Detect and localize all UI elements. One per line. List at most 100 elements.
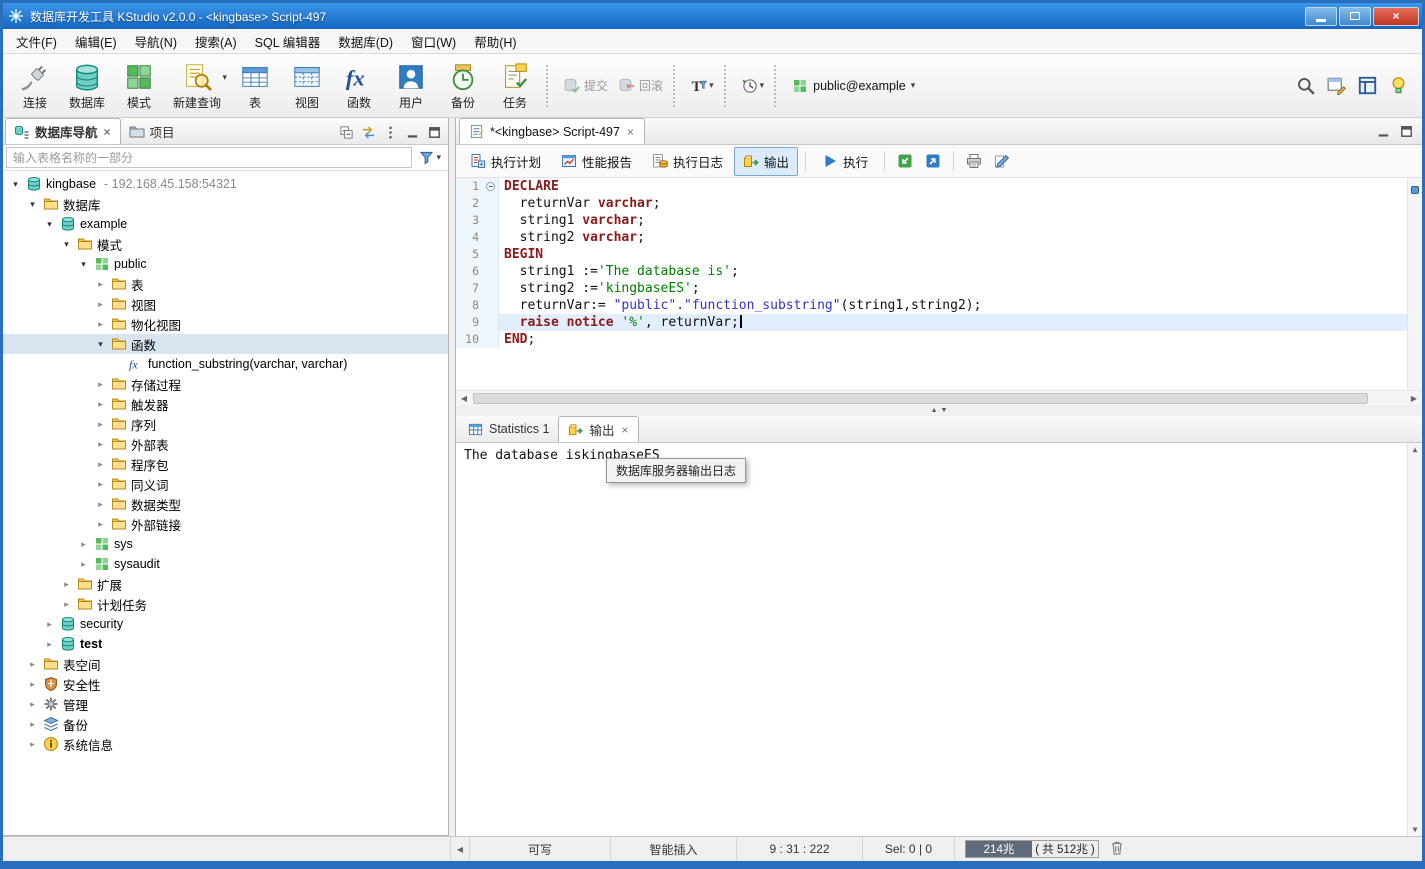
tree-item-10[interactable]: ▸ 存储过程 bbox=[3, 374, 448, 394]
link-editor-icon[interactable] bbox=[361, 125, 376, 140]
expand-arrow-icon[interactable]: ▸ bbox=[60, 579, 73, 590]
output-scroll-left-icon[interactable]: ◀ bbox=[451, 845, 469, 854]
expand-arrow-icon[interactable]: ▸ bbox=[94, 499, 107, 510]
tree-item-19[interactable]: ▸ sysaudit bbox=[3, 554, 448, 574]
minimize-editor-icon[interactable] bbox=[1376, 124, 1391, 139]
scroll-up-icon[interactable]: ▲ bbox=[1413, 445, 1418, 454]
edit-button[interactable] bbox=[989, 148, 1015, 174]
perspective-icon[interactable] bbox=[1358, 76, 1377, 95]
maximize-editor-icon[interactable] bbox=[1399, 124, 1414, 139]
menu-item-0[interactable]: 文件(F) bbox=[7, 28, 66, 55]
expand-arrow-icon[interactable]: ▸ bbox=[94, 319, 107, 330]
filter-button[interactable]: ▾ bbox=[415, 148, 445, 167]
performance-report-button[interactable]: 性能报告 bbox=[552, 147, 641, 176]
tree-item-11[interactable]: ▸ 触发器 bbox=[3, 394, 448, 414]
tree-item-26[interactable]: ▸ 管理 bbox=[3, 694, 448, 714]
run-button[interactable]: 执行 bbox=[813, 147, 877, 176]
search-icon[interactable] bbox=[1296, 76, 1315, 95]
code-editor[interactable]: 1 DECLARE 2 returnVar varchar; 3 string1 va… bbox=[456, 178, 1422, 390]
tree-item-16[interactable]: ▸ 数据类型 bbox=[3, 494, 448, 514]
chevron-down-icon[interactable]: ▾ bbox=[223, 72, 228, 83]
code-line-10[interactable]: 10 END; bbox=[456, 331, 1422, 348]
connection-indicator-icon[interactable] bbox=[1389, 76, 1408, 95]
horizontal-sash[interactable]: ▲ ▼ bbox=[456, 405, 1422, 416]
tab-statistics[interactable]: Statistics 1 bbox=[459, 416, 558, 442]
expand-arrow-icon[interactable]: ▸ bbox=[26, 699, 39, 710]
commit-button[interactable]: 提交 bbox=[558, 74, 613, 97]
code-line-8[interactable]: 8 returnVar:= "public"."function_substri… bbox=[456, 297, 1422, 314]
expand-arrow-icon[interactable]: ▸ bbox=[77, 539, 90, 550]
tree-item-21[interactable]: ▸ 计划任务 bbox=[3, 594, 448, 614]
toolbar-button-7[interactable]: 用户 bbox=[385, 59, 437, 113]
tree-item-24[interactable]: ▸ 表空间 bbox=[3, 654, 448, 674]
close-icon[interactable]: × bbox=[620, 423, 629, 437]
maximize-panel-icon[interactable] bbox=[427, 125, 442, 140]
code-line-7[interactable]: 7 string2 :='kingbaseES'; bbox=[456, 280, 1422, 297]
toolbar-button-5[interactable]: 视图 bbox=[281, 59, 333, 113]
sash-down-icon[interactable]: ▼ bbox=[941, 407, 948, 414]
connection-selector[interactable]: public@example ▾ bbox=[786, 75, 921, 97]
toolbar-button-6[interactable]: fx 函数 bbox=[333, 59, 385, 113]
maximize-window-button[interactable] bbox=[1339, 6, 1371, 26]
expand-arrow-icon[interactable]: ▸ bbox=[43, 639, 56, 650]
garbage-collect-button[interactable] bbox=[1109, 840, 1133, 858]
menu-item-1[interactable]: 编辑(E) bbox=[66, 28, 126, 55]
tab-project[interactable]: 项目 bbox=[121, 118, 183, 144]
collapse-arrow-icon[interactable]: ▾ bbox=[9, 179, 22, 190]
output-vertical-scrollbar[interactable]: ▲ ▼ bbox=[1407, 443, 1422, 836]
menu-item-3[interactable]: 搜索(A) bbox=[186, 28, 246, 55]
editor-horizontal-scrollbar[interactable]: ◀ ▶ bbox=[456, 390, 1422, 405]
tree-item-15[interactable]: ▸ 同义词 bbox=[3, 474, 448, 494]
tree-item-8[interactable]: ▾ 函数 bbox=[3, 334, 448, 354]
code-line-2[interactable]: 2 returnVar varchar; bbox=[456, 195, 1422, 212]
output-button[interactable]: 输出 bbox=[734, 146, 799, 176]
expand-arrow-icon[interactable]: ▸ bbox=[94, 479, 107, 490]
tree-item-25[interactable]: ▸ 安全性 bbox=[3, 674, 448, 694]
code-line-3[interactable]: 3 string1 varchar; bbox=[456, 212, 1422, 229]
scroll-track[interactable] bbox=[473, 392, 1405, 404]
tree-item-27[interactable]: ▸ 备份 bbox=[3, 714, 448, 734]
tree-item-4[interactable]: ▾ public bbox=[3, 254, 448, 274]
minimize-window-button[interactable] bbox=[1305, 6, 1337, 26]
editor-vertical-scrollbar[interactable] bbox=[1407, 178, 1422, 390]
scroll-right-icon[interactable]: ▶ bbox=[1406, 394, 1422, 403]
collapse-arrow-icon[interactable]: ▾ bbox=[60, 239, 73, 250]
tree-item-23[interactable]: ▸ test bbox=[3, 634, 448, 654]
toolbar-button-2[interactable]: 模式 bbox=[113, 59, 165, 113]
expand-arrow-icon[interactable]: ▸ bbox=[94, 459, 107, 470]
table-filter-input[interactable] bbox=[6, 147, 413, 168]
sash-up-icon[interactable]: ▲ bbox=[931, 407, 938, 414]
tree-item-0[interactable]: ▾ kingbase - 192.168.45.158:54321 bbox=[3, 174, 448, 194]
menu-item-5[interactable]: 数据库(D) bbox=[329, 28, 402, 55]
expand-arrow-icon[interactable]: ▸ bbox=[26, 739, 39, 750]
open-view-icon[interactable] bbox=[1327, 76, 1346, 95]
tree-item-18[interactable]: ▸ sys bbox=[3, 534, 448, 554]
rollback-button[interactable]: 回滚 bbox=[613, 74, 668, 97]
close-icon[interactable]: × bbox=[626, 125, 635, 139]
collapse-arrow-icon[interactable]: ▾ bbox=[77, 259, 90, 270]
tab-script-497[interactable]: *<kingbase> Script-497 × bbox=[459, 118, 645, 144]
tree-item-20[interactable]: ▸ 扩展 bbox=[3, 574, 448, 594]
toolbar-button-0[interactable]: 连接 bbox=[9, 59, 61, 113]
tree-item-5[interactable]: ▸ 表 bbox=[3, 274, 448, 294]
tree-item-12[interactable]: ▸ 序列 bbox=[3, 414, 448, 434]
tree-item-28[interactable]: ▸ 系统信息 bbox=[3, 734, 448, 754]
toolbar-button-9[interactable]: 任务 bbox=[489, 59, 541, 113]
expand-arrow-icon[interactable]: ▸ bbox=[60, 599, 73, 610]
tree-item-3[interactable]: ▾ 模式 bbox=[3, 234, 448, 254]
code-line-9[interactable]: 9 raise notice '%', returnVar; bbox=[456, 314, 1422, 331]
expand-arrow-icon[interactable]: ▸ bbox=[77, 559, 90, 570]
text-filter-button[interactable]: T ▾ bbox=[685, 73, 719, 98]
code-line-4[interactable]: 4 string2 varchar; bbox=[456, 229, 1422, 246]
collapse-arrow-icon[interactable]: ▾ bbox=[43, 219, 56, 230]
expand-arrow-icon[interactable]: ▸ bbox=[94, 399, 107, 410]
code-line-6[interactable]: 6 string1 :='The database is'; bbox=[456, 263, 1422, 280]
tree-item-9[interactable]: fx function_substring(varchar, varchar) bbox=[3, 354, 448, 374]
toolbar-button-8[interactable]: 备份 bbox=[437, 59, 489, 113]
tree-item-2[interactable]: ▾ example bbox=[3, 214, 448, 234]
tree-item-22[interactable]: ▸ security bbox=[3, 614, 448, 634]
expand-arrow-icon[interactable]: ▸ bbox=[94, 439, 107, 450]
menu-item-2[interactable]: 导航(N) bbox=[126, 28, 186, 55]
toolbar-button-3[interactable]: ▾ 新建查询 bbox=[165, 59, 229, 113]
toolbar-button-1[interactable]: 数据库 bbox=[61, 59, 113, 113]
